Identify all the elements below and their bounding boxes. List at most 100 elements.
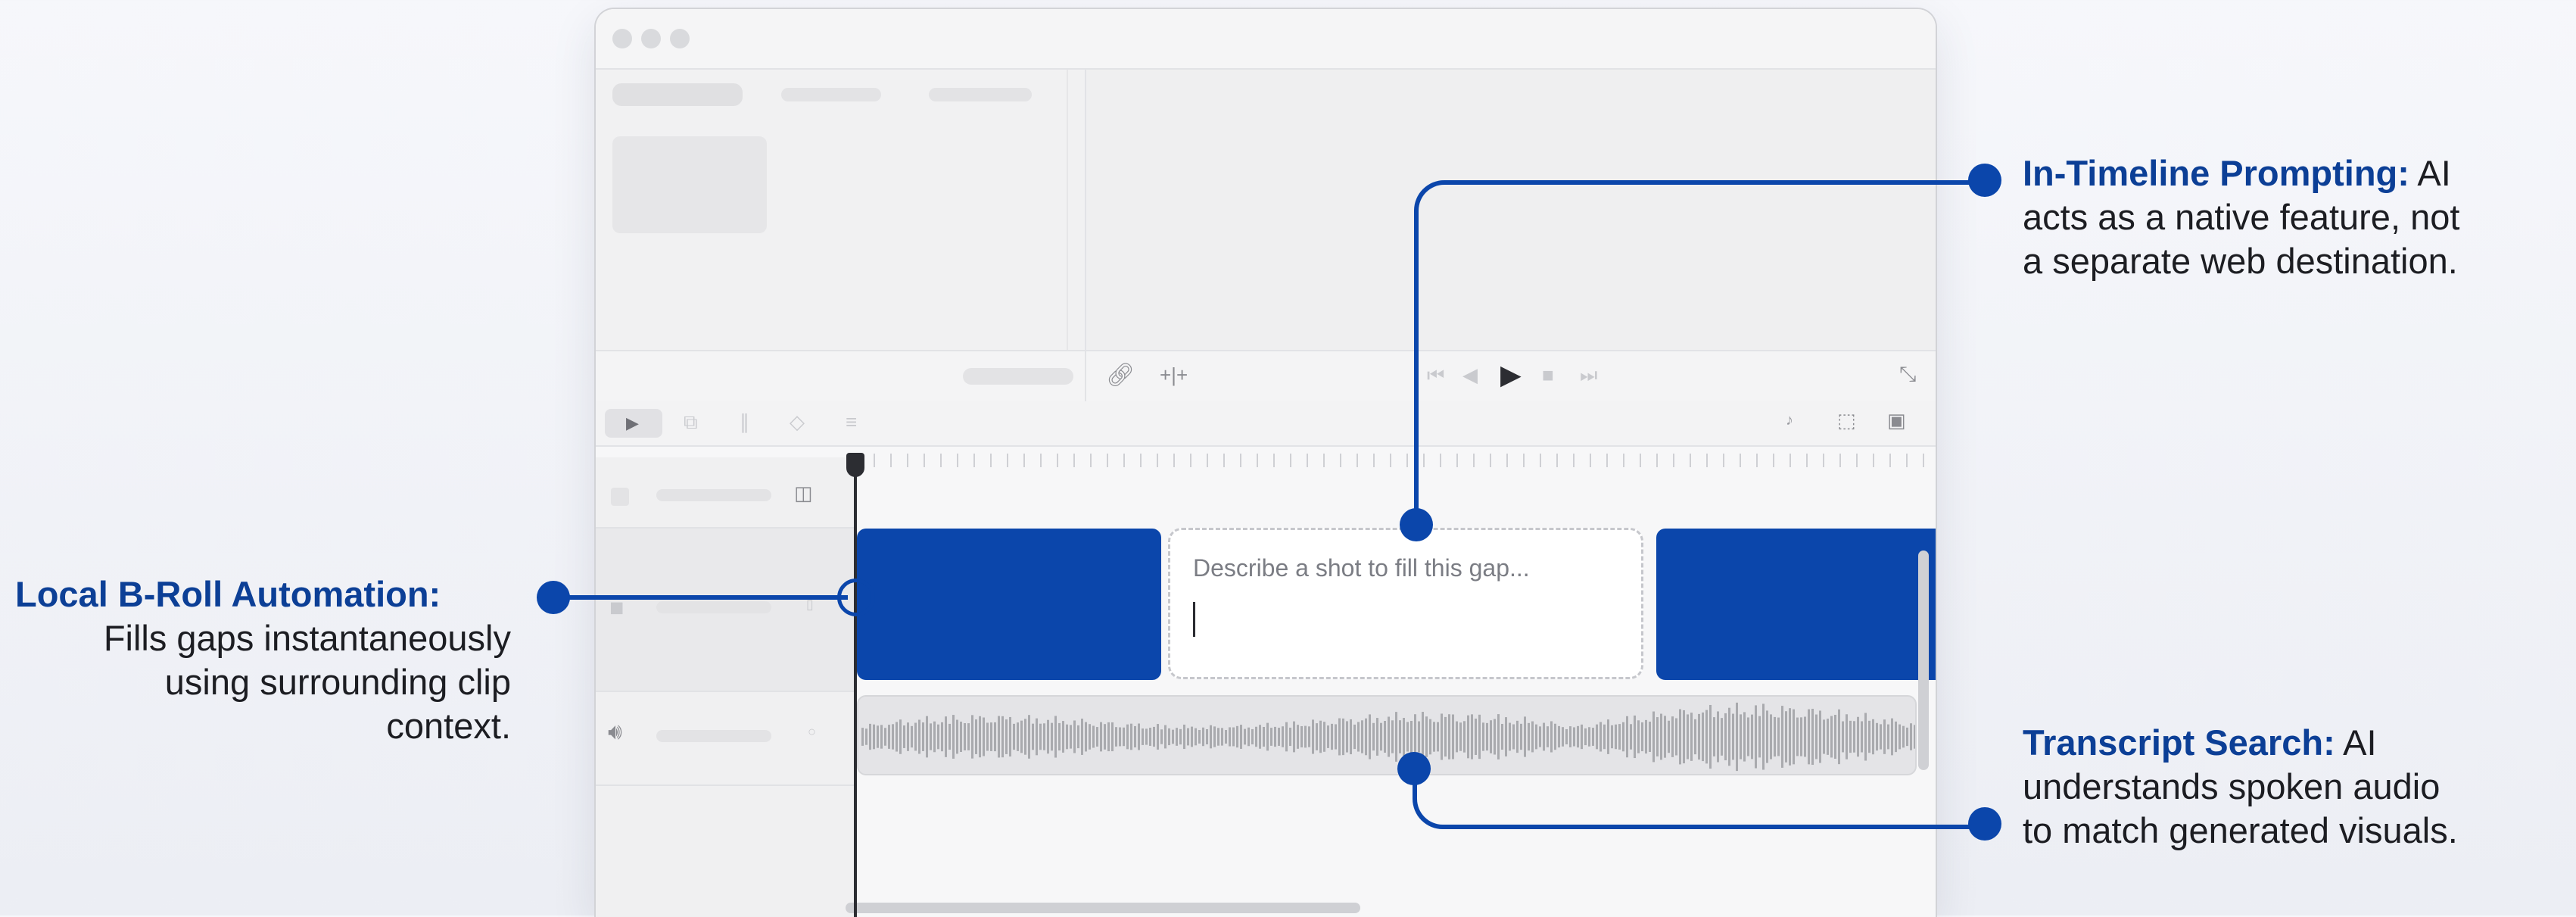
waveform-bar (1872, 719, 1874, 755)
waveform-bar (1815, 714, 1818, 759)
waveform-bar (971, 715, 973, 759)
split-icon[interactable]: +|+ (1160, 363, 1188, 387)
waveform-bar (967, 723, 970, 750)
waveform-bar (1206, 729, 1208, 744)
waveform-bar (979, 716, 981, 758)
minimize-window-button[interactable] (641, 29, 661, 48)
waveform-bar (1300, 725, 1303, 748)
waveform-bar (1092, 725, 1095, 748)
bar-divider (1085, 351, 1086, 401)
playhead-handle[interactable] (846, 453, 864, 477)
zoom-window-button[interactable] (670, 29, 690, 48)
waveform-bar (1554, 723, 1556, 750)
waveform-bar (1353, 724, 1356, 750)
track-header-audio: 🔊︎ ○ (596, 692, 855, 786)
sidebar-toggle-icon[interactable]: ◫ (794, 482, 813, 505)
waveform-bar (1577, 725, 1579, 748)
waveform-bar (1880, 724, 1882, 750)
waveform-bar (1713, 717, 1715, 756)
horizontal-scrollbar[interactable] (846, 903, 1360, 913)
waveform-bar (1157, 724, 1159, 750)
waveform-bar (1634, 715, 1636, 759)
video-track-name[interactable] (656, 601, 771, 613)
browser-tab[interactable] (781, 88, 881, 101)
waveform-bar (1369, 714, 1371, 759)
callout-text: Fills gaps instantaneously (103, 618, 511, 658)
gap-prompt-input[interactable]: Describe a shot to fill this gap... (1168, 528, 1643, 679)
waveform-bar (1195, 728, 1197, 746)
waveform-bar (1418, 721, 1420, 753)
video-clip-right[interactable] (1656, 529, 1936, 680)
pane-divider (1067, 70, 1068, 350)
track-name[interactable] (656, 489, 771, 501)
media-browser-pane (596, 70, 1086, 350)
waveform-bar (1819, 710, 1821, 763)
waveform-bar (1849, 720, 1852, 753)
waveform-bar (1081, 719, 1083, 755)
waveform-bar (1899, 724, 1901, 750)
audio-track-name[interactable] (656, 730, 771, 742)
waveform-bar (983, 717, 985, 756)
waveform-bar (1675, 718, 1677, 756)
waveform-bar (1539, 726, 1541, 747)
waveform-bar (1183, 724, 1185, 750)
waveform-bar (1089, 724, 1091, 750)
waveform-bar (1229, 727, 1231, 747)
waveform-bar (1058, 722, 1061, 751)
timecode-field[interactable] (963, 368, 1073, 385)
callout-text: AI (2409, 153, 2451, 193)
blade-tool-icon[interactable]: ∥ (740, 410, 749, 434)
trim-tool-icon[interactable]: ⧉ (684, 410, 698, 435)
waveform-bar (1736, 702, 1738, 772)
connector-target-ring (837, 579, 875, 616)
waveform-bar (1077, 725, 1079, 749)
browser-tab[interactable] (929, 88, 1032, 101)
waveform-bar (1808, 709, 1810, 765)
waveform-bar (1459, 722, 1462, 751)
waveform-bar (1425, 716, 1428, 757)
waveform-bar (1717, 711, 1719, 763)
waveform-bar (1285, 722, 1288, 752)
waveform-bar (1085, 722, 1087, 752)
playhead[interactable] (854, 454, 857, 917)
waveform-bar (1796, 717, 1799, 756)
waveform-bar (1766, 710, 1768, 763)
link-icon[interactable]: 🔗︎ (1106, 362, 1135, 388)
waveform-bar (1607, 719, 1609, 754)
waveform-bar (1043, 723, 1045, 750)
track-option-icon[interactable]: ○ (808, 724, 816, 740)
waveform-bar (1304, 725, 1307, 748)
audio-clip[interactable] (857, 695, 1917, 775)
levels-tool-icon[interactable]: ≡ (846, 410, 857, 434)
waveform-bar (1887, 724, 1889, 750)
browser-tab-active[interactable] (612, 83, 743, 106)
video-clip-left[interactable] (857, 529, 1161, 680)
waveform-bar (903, 725, 905, 748)
callout-text: acts as a native feature, not (2023, 197, 2460, 237)
waveform-bar (1145, 728, 1148, 745)
waveform-bar (1433, 722, 1435, 752)
close-window-button[interactable] (612, 29, 632, 48)
select-tool-button[interactable]: ▶ (605, 409, 662, 438)
transform-tool-icon[interactable]: ◇ (790, 410, 805, 434)
waveform-bar (877, 725, 879, 748)
media-thumbnail[interactable] (612, 136, 767, 233)
waveform-bar (1335, 724, 1337, 750)
waveform-bar (1255, 726, 1257, 747)
waveform-bar (1406, 722, 1409, 752)
waveform-bar (1319, 720, 1322, 753)
waveform-bar (1592, 728, 1594, 746)
waveform-bar (960, 721, 962, 753)
waveform-bar (1883, 719, 1886, 754)
vertical-scrollbar[interactable] (1918, 551, 1929, 770)
waveform-bar (1259, 725, 1261, 749)
waveform-bar (1811, 708, 1814, 766)
waveform-bar (1399, 720, 1401, 753)
waveform-bar (1827, 719, 1829, 755)
waveform-bar (1762, 703, 1765, 770)
waveform-bar (1017, 722, 1019, 751)
waveform-bar (1497, 714, 1500, 759)
waveform-bar (1153, 726, 1155, 747)
waveform-bar (1781, 706, 1783, 768)
waveform-bar (1505, 717, 1507, 756)
